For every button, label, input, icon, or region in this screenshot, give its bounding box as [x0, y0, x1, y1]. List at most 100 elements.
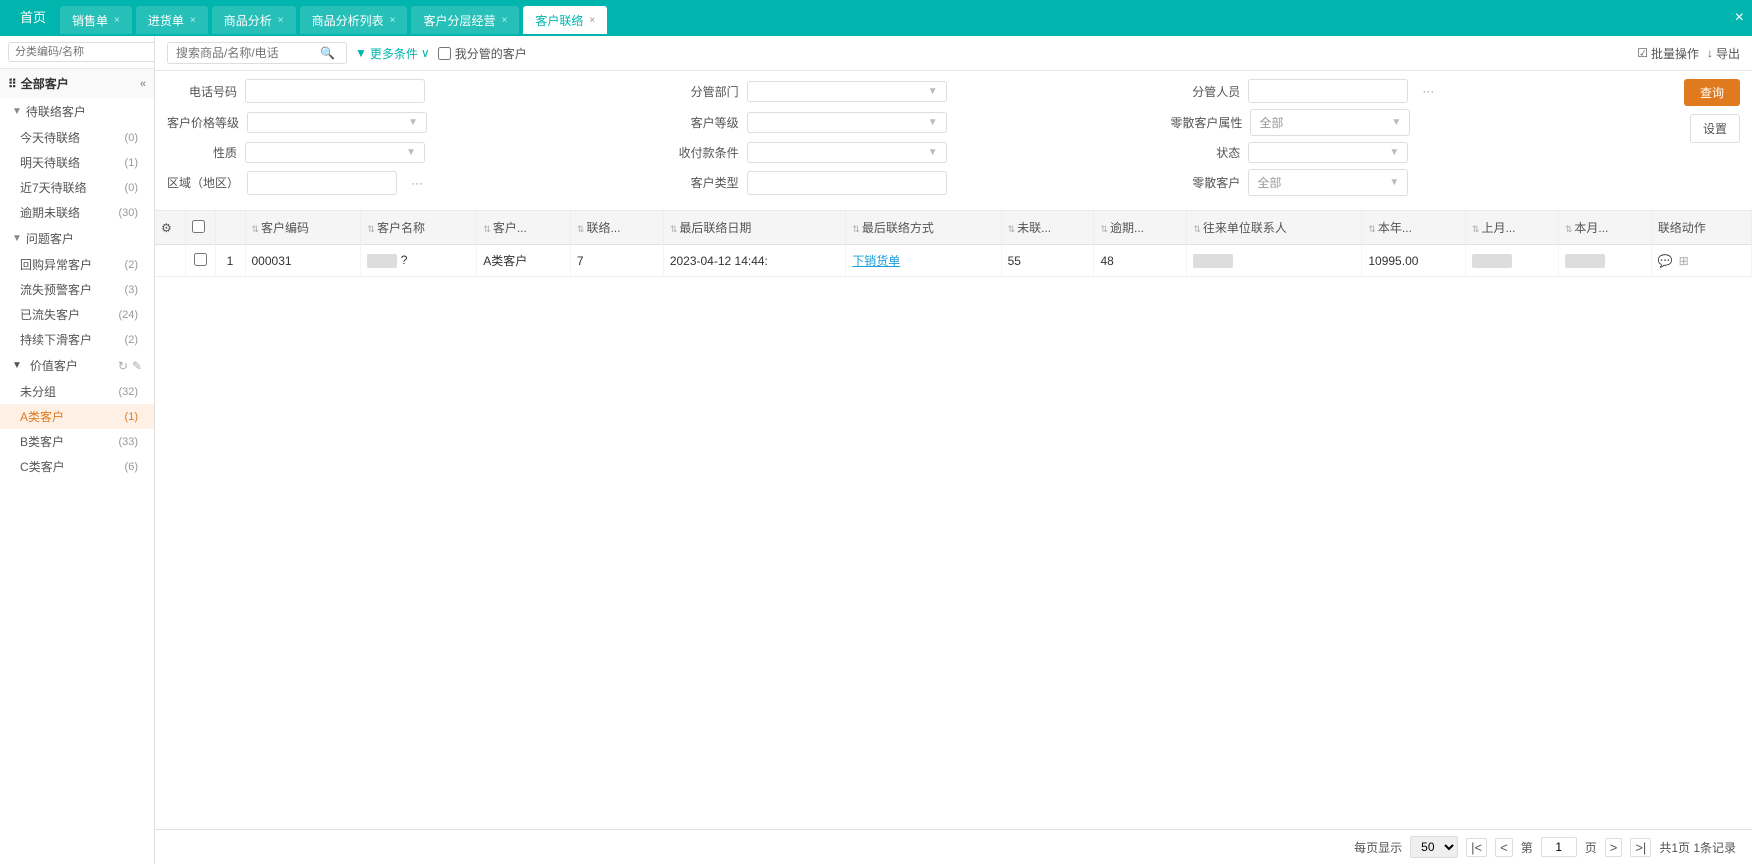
status-select[interactable]: ▼ [1248, 142, 1408, 163]
dept-select[interactable]: ▼ [747, 81, 947, 102]
pending-contact-group[interactable]: ▼ 待联络客户 [0, 98, 154, 125]
col-header-checkbox[interactable] [185, 211, 215, 245]
window-close-button[interactable]: × [1735, 9, 1744, 27]
row-checkbox[interactable] [185, 245, 215, 277]
sidebar-item-tomorrow[interactable]: 明天待联络 (1) [0, 150, 154, 175]
next-page-button[interactable]: > [1605, 838, 1623, 857]
more-filters-button[interactable]: ▼ 更多条件 ∨ [355, 45, 430, 62]
row-level: A类客户 [477, 245, 571, 277]
col-header-code[interactable]: ⇅客户编码 [245, 211, 361, 245]
col-header-level[interactable]: ⇅客户... [477, 211, 571, 245]
last-page-button[interactable]: >| [1630, 838, 1651, 857]
row-this-month [1558, 245, 1651, 277]
nav-tab-customer-tier[interactable]: 客户分层经营 × [411, 6, 519, 34]
close-analysis-list-tab[interactable]: × [390, 15, 396, 26]
all-customers-header[interactable]: ⠿ 全部客户 « [0, 69, 154, 98]
query-button[interactable]: 查询 [1684, 79, 1740, 106]
close-analysis-tab[interactable]: × [278, 15, 284, 26]
nav-tab-analysis[interactable]: 商品分析 × [212, 6, 296, 34]
filter-cell-status: 状态 ▼ [1170, 142, 1672, 163]
retail-attr-select[interactable]: 全部 ▼ [1250, 109, 1410, 136]
payment-select[interactable]: ▼ [747, 142, 947, 163]
payment-label: 收付款条件 [669, 144, 739, 161]
filter-search-icon[interactable]: 🔍 [320, 46, 335, 60]
my-customers-check[interactable] [438, 47, 451, 60]
customer-level-select[interactable]: ▼ [747, 112, 947, 133]
close-customer-contact-tab[interactable]: × [589, 15, 595, 26]
person-input[interactable] [1248, 79, 1408, 103]
col-header-last-month[interactable]: ⇅上月... [1465, 211, 1558, 245]
problem-customers-group[interactable]: ▼ 问题客户 [0, 225, 154, 252]
col-header-last-method[interactable]: ⇅最后联络方式 [846, 211, 1001, 245]
col-header-contact-person[interactable]: ⇅往来单位联系人 [1187, 211, 1362, 245]
nav-home[interactable]: 首页 [8, 0, 58, 36]
nav-tab-sales[interactable]: 销售单 × [60, 6, 132, 34]
sidebar-collapse-button[interactable]: « [140, 78, 146, 90]
sidebar-item-churned[interactable]: 已流失客户 (24) [0, 302, 154, 327]
nature-select[interactable]: ▼ [245, 142, 425, 163]
region-dots[interactable]: ··· [405, 172, 429, 194]
nav-tab-analysis-list[interactable]: 商品分析列表 × [300, 6, 408, 34]
close-purchase-tab[interactable]: × [190, 15, 196, 26]
filter-row-1: 电话号码 分管部门 ▼ 分管人员 [167, 79, 1672, 103]
sidebar-item-7days[interactable]: 近7天待联络 (0) [0, 175, 154, 200]
row-last-date: 2023-04-12 14:44: [663, 245, 845, 277]
col-header-gear[interactable]: ⚙ [155, 211, 185, 245]
sidebar-item-c-class[interactable]: C类客户 (6) [0, 454, 154, 479]
prev-page-button[interactable]: < [1495, 838, 1513, 857]
retail-select[interactable]: 全部 ▼ [1248, 169, 1408, 196]
nav-tab-customer-contact[interactable]: 客户联络 × [523, 6, 607, 34]
filter-search-input[interactable] [176, 46, 316, 60]
price-level-select[interactable]: ▼ [247, 112, 427, 133]
sidebar-item-unclassified[interactable]: 未分组 (32) [0, 379, 154, 404]
sidebar-item-a-class[interactable]: A类客户 (1) [0, 404, 154, 429]
sort-icon-lm: ⇅ [852, 224, 860, 234]
my-customers-checkbox[interactable]: 我分管的客户 [438, 45, 527, 62]
sidebar-item-b-class[interactable]: B类客户 (33) [0, 429, 154, 454]
col-header-overdue[interactable]: ⇅逾期... [1094, 211, 1187, 245]
retail-attr-chevron: ▼ [1391, 117, 1401, 128]
sort-icon-uc: ⇅ [1008, 224, 1016, 234]
export-button[interactable]: ↓ 导出 [1707, 45, 1740, 62]
close-sales-tab[interactable]: × [114, 15, 120, 26]
filter-cell-retail-attr: 零散客户属性 全部 ▼ [1170, 109, 1672, 136]
edit-icon[interactable]: ✎ [132, 359, 142, 373]
page-label: 第 [1521, 839, 1533, 856]
col-header-this-year[interactable]: ⇅本年... [1362, 211, 1466, 245]
col-header-uncontacted[interactable]: ⇅未联... [1001, 211, 1094, 245]
sidebar-item-today[interactable]: 今天待联络 (0) [0, 125, 154, 150]
region-input[interactable] [247, 171, 397, 195]
sidebar-item-repurchase[interactable]: 回购异常客户 (2) [0, 252, 154, 277]
last-method-link[interactable]: 下销货单 [852, 254, 900, 268]
chat-icon[interactable]: 💬 [1658, 254, 1673, 268]
col-header-name[interactable]: ⇅客户名称 [361, 211, 477, 245]
phone-input[interactable] [245, 79, 425, 103]
col-header-contact-count[interactable]: ⇅联络... [570, 211, 663, 245]
nav-tab-purchase[interactable]: 进货单 × [136, 6, 208, 34]
close-customer-tier-tab[interactable]: × [501, 15, 507, 26]
sidebar-search-input[interactable] [8, 42, 155, 62]
sidebar-item-overdue[interactable]: 逾期未联络 (30) [0, 200, 154, 225]
settings-button[interactable]: 设置 [1690, 114, 1740, 143]
batch-operation-button[interactable]: ☑ 批量操作 [1637, 45, 1699, 62]
value-customers-group[interactable]: ▼ 价值客户 ↻ ✎ [0, 352, 154, 379]
row-select-checkbox[interactable] [194, 253, 207, 266]
per-page-select[interactable]: 50 [1410, 836, 1458, 858]
first-page-button[interactable]: |< [1466, 838, 1487, 857]
select-all-checkbox[interactable] [192, 220, 205, 233]
col-header-last-date[interactable]: ⇅最后联络日期 [663, 211, 845, 245]
person-dots[interactable]: ··· [1416, 80, 1440, 102]
row-gear [155, 245, 185, 277]
price-level-label: 客户价格等级 [167, 114, 239, 131]
col-header-this-month[interactable]: ⇅本月... [1558, 211, 1651, 245]
refresh-icon[interactable]: ↻ [118, 359, 128, 373]
page-input[interactable] [1541, 837, 1577, 857]
qr-icon[interactable]: ⊞ [1679, 254, 1689, 268]
last-month-placeholder [1472, 254, 1512, 268]
sidebar-item-churn-warning[interactable]: 流失预警客户 (3) [0, 277, 154, 302]
filter-row-4: 区域（地区） ··· 客户类型 零散客户 全部 ▼ [167, 169, 1672, 196]
sort-icon-ld: ⇅ [670, 224, 678, 234]
customer-type-input[interactable] [747, 171, 947, 195]
bottom-bar: 每页显示 50 |< < 第 页 > >| 共1页 1条记录 [155, 829, 1752, 864]
sidebar-item-declining[interactable]: 持续下滑客户 (2) [0, 327, 154, 352]
